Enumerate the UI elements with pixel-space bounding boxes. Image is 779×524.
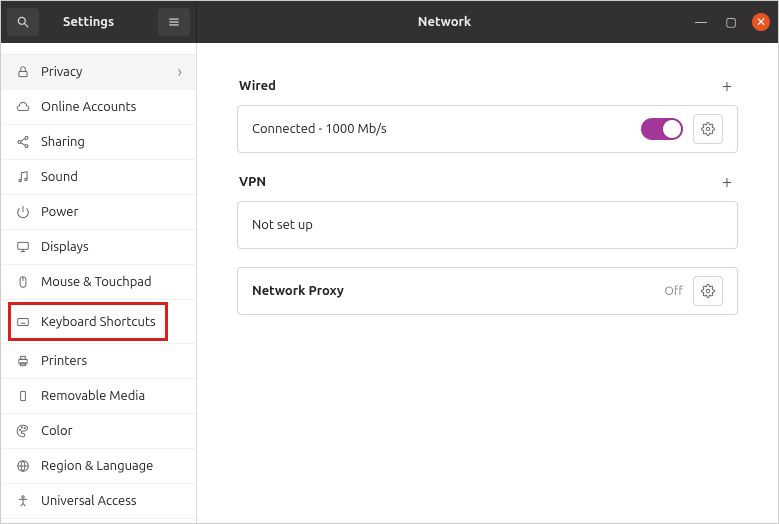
sidebar-item-label: Displays: [41, 240, 89, 254]
add-vpn-button[interactable]: +: [718, 173, 736, 191]
chevron-right-icon: ›: [178, 63, 183, 81]
sidebar-item-color[interactable]: Color: [1, 414, 196, 449]
proxy-status: Off: [665, 285, 683, 298]
sidebar-partial-row: [1, 43, 196, 55]
sidebar-item-keyboard-shortcuts[interactable]: Keyboard Shortcuts: [1, 300, 196, 344]
minimize-button[interactable]: —: [692, 13, 710, 31]
wired-header: Wired: [239, 79, 276, 93]
wired-status: Connected - 1000 Mb/s: [252, 122, 387, 136]
wired-panel: Connected - 1000 Mb/s: [237, 105, 738, 153]
proxy-panel: Network Proxy Off: [237, 267, 738, 315]
sidebar-item-region-language[interactable]: Region & Language: [1, 449, 196, 484]
page-title: Network: [197, 15, 692, 29]
vpn-panel: Not set up: [237, 201, 738, 249]
sharing-icon: [15, 134, 31, 150]
sidebar-item-mouse-touchpad[interactable]: Mouse & Touchpad: [1, 265, 196, 300]
sidebar-item-label: Mouse & Touchpad: [41, 275, 152, 289]
proxy-settings-button[interactable]: [693, 276, 723, 306]
settings-title: Settings: [45, 15, 152, 29]
sidebar-item-sound[interactable]: Sound: [1, 160, 196, 195]
mouse-touchpad-icon: [15, 274, 31, 290]
wired-toggle[interactable]: [641, 118, 683, 140]
sidebar-item-label: Printers: [41, 354, 87, 368]
sidebar-item-sharing[interactable]: Sharing: [1, 125, 196, 160]
add-wired-button[interactable]: +: [718, 77, 736, 95]
removable-media-icon: [15, 388, 31, 404]
hamburger-icon: [167, 15, 181, 29]
universal-access-icon: [15, 493, 31, 509]
menu-button[interactable]: [158, 8, 190, 36]
sidebar-item-label: Universal Access: [41, 494, 136, 508]
gear-icon: [701, 122, 715, 136]
sidebar-item-label: Sharing: [41, 135, 85, 149]
sidebar-item-label: Keyboard Shortcuts: [41, 315, 156, 329]
displays-icon: [15, 239, 31, 255]
sidebar-item-label: Power: [41, 205, 78, 219]
color-icon: [15, 423, 31, 439]
gear-icon: [701, 284, 715, 298]
vpn-header: VPN: [239, 175, 266, 189]
keyboard-shortcuts-icon: [15, 314, 31, 330]
sidebar: Privacy › Online Accounts Sharing Sound Power…: [1, 43, 197, 523]
printers-icon: [15, 353, 31, 369]
sidebar-item-removable-media[interactable]: Removable Media: [1, 379, 196, 414]
sidebar-item-label: Color: [41, 424, 73, 438]
sidebar-item-label: Sound: [41, 170, 78, 184]
power-icon: [15, 204, 31, 220]
online-accounts-icon: [15, 99, 31, 115]
wired-settings-button[interactable]: [693, 114, 723, 144]
sidebar-item-power[interactable]: Power: [1, 195, 196, 230]
proxy-label: Network Proxy: [252, 284, 344, 298]
privacy-icon: [15, 64, 31, 80]
region-language-icon: [15, 458, 31, 474]
sidebar-item-universal-access[interactable]: Universal Access: [1, 484, 196, 519]
sidebar-item-label: Online Accounts: [41, 100, 136, 114]
sidebar-item-displays[interactable]: Displays: [1, 230, 196, 265]
sidebar-item-printers[interactable]: Printers: [1, 344, 196, 379]
sound-icon: [15, 169, 31, 185]
vpn-status: Not set up: [252, 218, 313, 232]
sidebar-item-online-accounts[interactable]: Online Accounts: [1, 90, 196, 125]
maximize-button[interactable]: ▢: [722, 13, 740, 31]
sidebar-item-label: Region & Language: [41, 459, 153, 473]
sidebar-item-privacy[interactable]: Privacy ›: [1, 55, 196, 90]
search-button[interactable]: [7, 8, 39, 36]
close-button[interactable]: ✕: [752, 13, 770, 31]
sidebar-item-label: Removable Media: [41, 389, 145, 403]
search-icon: [16, 15, 30, 29]
sidebar-item-label: Privacy: [41, 65, 82, 79]
content-area: Wired + Connected - 1000 Mb/s VPN +: [197, 43, 778, 523]
titlebar: Settings Network — ▢ ✕: [1, 1, 778, 43]
